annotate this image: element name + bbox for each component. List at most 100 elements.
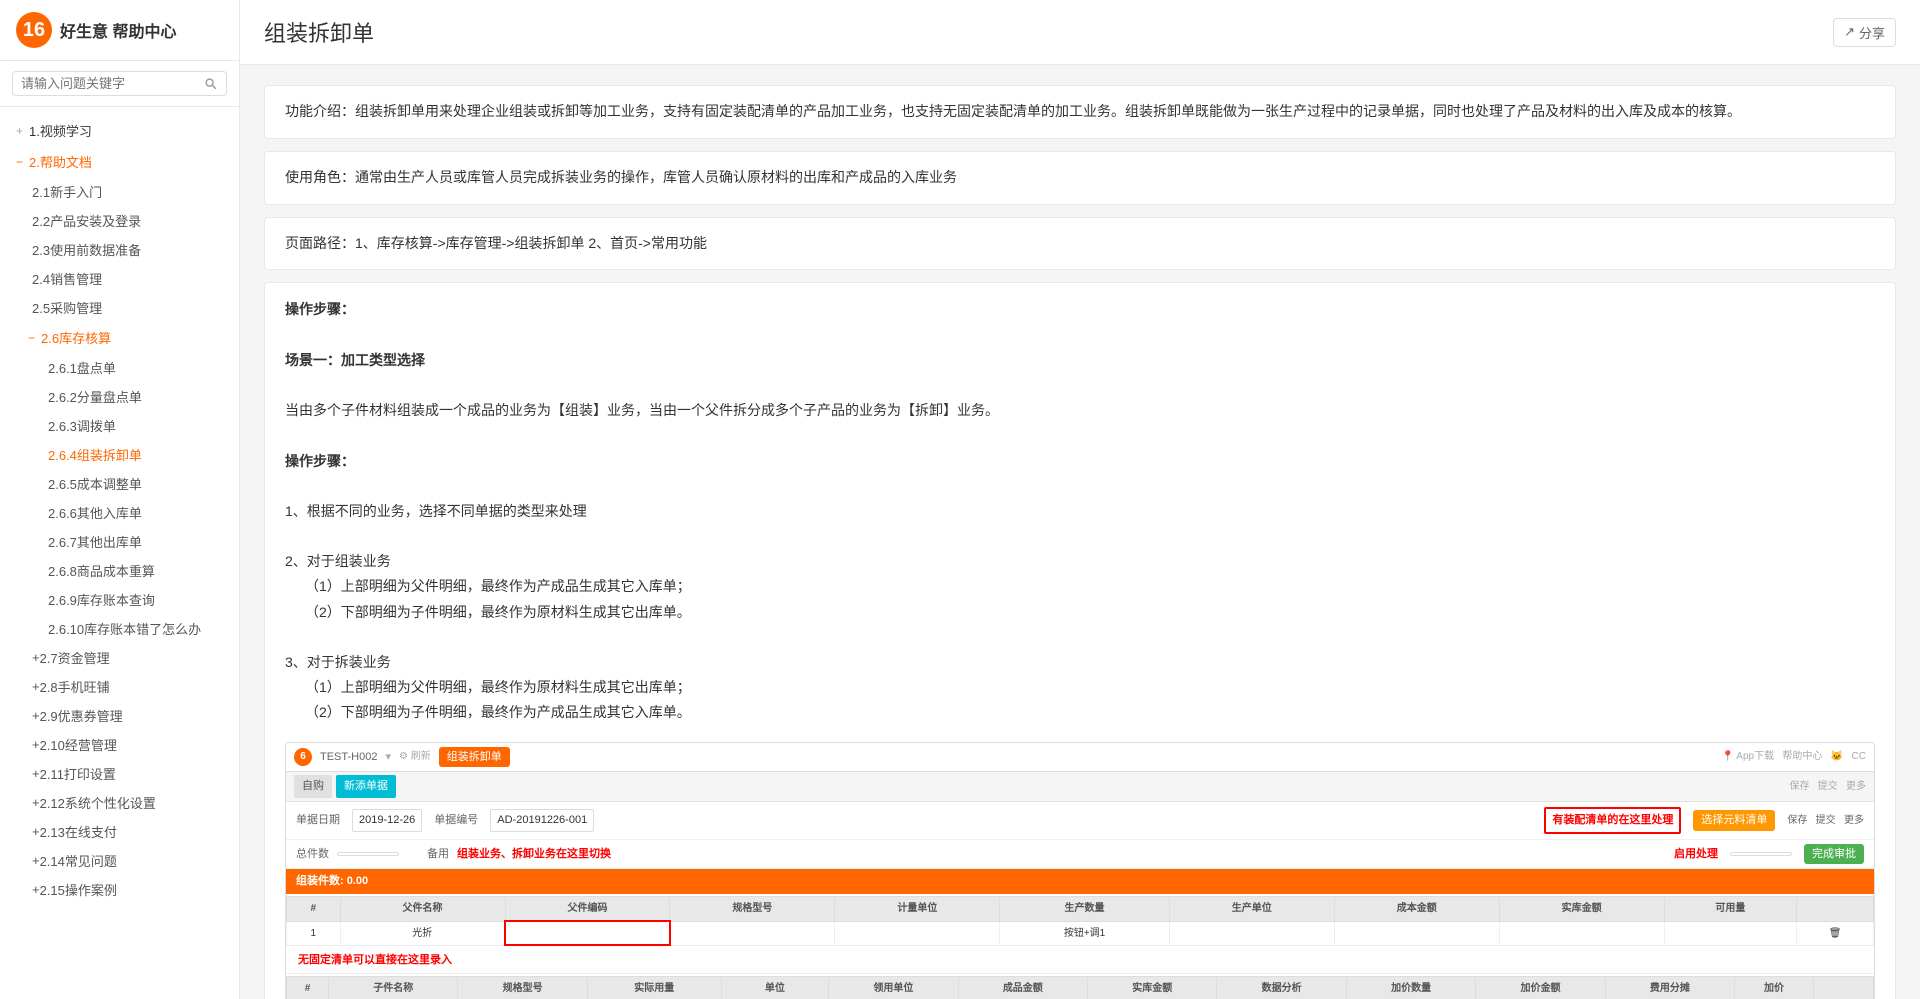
sidebar-item-data-prep[interactable]: 2.3使用前数据准备 bbox=[0, 235, 239, 264]
step2-1: （1）上部明细为父件明细，最终作为产成品生成其它入库单； bbox=[305, 574, 1875, 599]
sidebar-item-cost-adjust[interactable]: 2.6.5成本调整单 bbox=[0, 469, 239, 498]
table-header-row: # 父件名称 父件编码 规格型号 计量单位 生产数量 生产单位 成本金额 实库金… bbox=[287, 897, 1874, 922]
sidebar-item-videos[interactable]: + 1.视频学习 bbox=[0, 115, 239, 146]
sidebar-item-mobile[interactable]: + 2.8手机旺铺 bbox=[0, 672, 239, 701]
sidebar-item-stock-error[interactable]: 2.6.10库存账本错了怎么办 bbox=[0, 614, 239, 643]
plus-icon-mobile: + bbox=[32, 679, 40, 694]
scene1-title: 场景一：加工类型选择 bbox=[285, 352, 425, 368]
search-wrapper[interactable] bbox=[12, 71, 227, 96]
sidebar-item-stock-query[interactable]: 2.6.9库存账本查询 bbox=[0, 585, 239, 614]
ss-topbar-btn: 组装拆卸单 bbox=[439, 747, 510, 768]
sidebar-item-purchase[interactable]: 2.5采购管理 bbox=[0, 293, 239, 322]
plus-icon-print: + bbox=[32, 766, 40, 781]
sidebar-item-online-pay[interactable]: + 2.13在线支付 bbox=[0, 817, 239, 846]
ss-num-label: 单据编号 bbox=[434, 811, 478, 830]
search-box bbox=[0, 61, 239, 107]
plus-icon: + bbox=[16, 124, 23, 138]
role-block: 使用角色：通常由生产人员或库管人员完成拆装业务的操作，库管人员确认原材料的出库和… bbox=[264, 151, 1896, 205]
ss-logo: 6 bbox=[294, 748, 312, 766]
sidebar-item-stocktake[interactable]: 2.6.1盘点单 bbox=[0, 353, 239, 382]
ss-lower-table-container: # 子件名称 规格型号 实际用量 单位 领用单位 成品金额 实库金额 数据分析 bbox=[286, 973, 1874, 999]
ss-date-label: 单据日期 bbox=[296, 811, 340, 830]
sidebar-item-cost-calc[interactable]: 2.6.8商品成本重算 bbox=[0, 556, 239, 585]
scene1-desc: 当由多个子件材料组装成一个成品的业务为【组装】业务，当由一个父件拆分成多个子产品… bbox=[285, 398, 1875, 423]
sidebar-item-assembly[interactable]: 2.6.4组装拆卸单 bbox=[0, 440, 239, 469]
ss-tab-new[interactable]: 新添单据 bbox=[336, 775, 396, 798]
sidebar-item-split[interactable]: 2.6.2分量盘点单 bbox=[0, 382, 239, 411]
ss-topbar: 6 TEST-H002 ▾ ⚙ 刷新 组装拆卸单 📍 App下载 帮助中心 🐱 … bbox=[286, 743, 1874, 773]
ss-section-header: 组装件数: 0.00 bbox=[286, 869, 1874, 894]
step3-2: （2）下部明细为子件明细，最终作为产成品生成其它入库单。 bbox=[305, 700, 1875, 725]
sidebar-item-print[interactable]: + 2.11打印设置 bbox=[0, 759, 239, 788]
sidebar-item-finance[interactable]: + 2.7资金管理 bbox=[0, 643, 239, 672]
nav-tree: + 1.视频学习 − 2.帮助文档 2.1新手入门 2.2产品安装及登录 2.3… bbox=[0, 107, 239, 999]
ss-submit-btn[interactable]: 完成审批 bbox=[1804, 844, 1864, 865]
step3-1: （1）上部明细为父件明细，最终作为原材料生成其它出库单； bbox=[305, 675, 1875, 700]
plus-icon-pay: + bbox=[32, 824, 40, 839]
annotation3: 启用处理 bbox=[1674, 845, 1718, 864]
ss-tab-row: 自购 新添单据 保存 提交 更多 bbox=[286, 772, 1874, 802]
step3: 3、对于拆装业务 bbox=[285, 650, 1875, 675]
ss-form-row: 单据日期 2019-12-26 单据编号 AD-20191226-001 有装配… bbox=[286, 802, 1874, 840]
sidebar-item-install[interactable]: 2.2产品安装及登录 bbox=[0, 206, 239, 235]
page-title: 组装拆卸单 bbox=[264, 16, 374, 48]
sidebar-item-other-in[interactable]: 2.6.6其他入库单 bbox=[0, 498, 239, 527]
share-button[interactable]: ↗ 分享 bbox=[1833, 18, 1896, 47]
plus-icon-custom: + bbox=[32, 795, 40, 810]
sidebar-item-newbie[interactable]: 2.1新手入门 bbox=[0, 177, 239, 206]
path-block: 页面路径：1、库存核算->库存管理->组装拆卸单 2、首页->常用功能 bbox=[264, 217, 1896, 271]
step2: 2、对于组装业务 bbox=[285, 549, 1875, 574]
plus-icon-cases: + bbox=[32, 882, 40, 897]
sidebar-item-adjust[interactable]: 2.6.3调拨单 bbox=[0, 411, 239, 440]
sidebar: 16 好生意 帮助中心 + 1.视频学习 − 2.帮助文档 2.1新手入门 2.… bbox=[0, 0, 240, 999]
sidebar-item-inventory[interactable]: − 2.6库存核算 bbox=[0, 322, 239, 353]
search-input[interactable] bbox=[21, 76, 204, 91]
share-icon: ↗ bbox=[1844, 24, 1855, 40]
ss-tab-home[interactable]: 自购 bbox=[294, 775, 332, 798]
plus-icon-finance: + bbox=[32, 650, 40, 665]
steps-label: 操作步骤： bbox=[285, 453, 355, 469]
sidebar-item-other-out[interactable]: 2.6.7其他出库单 bbox=[0, 527, 239, 556]
ss-qty-row: 总件数 备用 组装业务、拆卸业务在这里切换 启用处理 完成审批 bbox=[286, 840, 1874, 870]
step1: 1、根据不同的业务，选择不同单据的类型来处理 bbox=[285, 499, 1875, 524]
search-icon bbox=[204, 77, 218, 91]
screenshot-container: 6 TEST-H002 ▾ ⚙ 刷新 组装拆卸单 📍 App下载 帮助中心 🐱 … bbox=[285, 742, 1875, 999]
annotation2: 组装业务、拆卸业务在这里切换 bbox=[457, 845, 611, 864]
annotation4: 无固定清单可以直接在这里录入 bbox=[298, 954, 452, 966]
minus-orange-icon: − bbox=[28, 331, 35, 345]
ss-date-value: 2019-12-26 bbox=[352, 809, 422, 832]
annotation4-container: 无固定清单可以直接在这里录入 bbox=[286, 948, 1874, 973]
brand-name: 好生意 帮助中心 bbox=[60, 18, 176, 42]
content-area: 功能介绍：组装拆卸单用来处理企业组装或拆卸等加工业务，支持有固定装配清单的产品加… bbox=[240, 65, 1920, 999]
main-header: 组装拆卸单 ↗ 分享 bbox=[240, 0, 1920, 65]
screenshot-inner: 6 TEST-H002 ▾ ⚙ 刷新 组装拆卸单 📍 App下载 帮助中心 🐱 … bbox=[286, 743, 1874, 999]
ss-lower-table: # 子件名称 规格型号 实际用量 单位 领用单位 成品金额 实库金额 数据分析 bbox=[286, 976, 1874, 999]
sidebar-header: 16 好生意 帮助中心 bbox=[0, 0, 239, 61]
plus-icon-faq: + bbox=[32, 853, 40, 868]
plus-icon-ops: + bbox=[32, 737, 40, 752]
intro-text: 功能介绍：组装拆卸单用来处理企业组装或拆卸等加工业务，支持有固定装配清单的产品加… bbox=[285, 100, 1875, 124]
sidebar-item-coupon[interactable]: + 2.9优惠券管理 bbox=[0, 701, 239, 730]
ss-type-btn[interactable]: 选择元料清单 bbox=[1693, 810, 1775, 831]
sidebar-item-cases[interactable]: + 2.15操作案例 bbox=[0, 875, 239, 904]
logo-icon: 16 bbox=[16, 12, 52, 48]
steps-title: 操作步骤： bbox=[285, 301, 355, 317]
sidebar-item-docs[interactable]: − 2.帮助文档 bbox=[0, 146, 239, 177]
sidebar-item-sales[interactable]: 2.4销售管理 bbox=[0, 264, 239, 293]
sidebar-item-faq[interactable]: + 2.14常见问题 bbox=[0, 846, 239, 875]
role-text: 使用角色：通常由生产人员或库管人员完成拆装业务的操作，库管人员确认原材料的出库和… bbox=[285, 166, 1875, 190]
ss-num-value: AD-20191226-001 bbox=[490, 809, 594, 832]
annotation1: 有装配清单的在这里处理 bbox=[1544, 807, 1681, 834]
minus-icon: − bbox=[16, 155, 23, 169]
sidebar-item-ops[interactable]: + 2.10经营管理 bbox=[0, 730, 239, 759]
ss-upper-table-container: # 父件名称 父件编码 规格型号 计量单位 生产数量 生产单位 成本金额 实库金… bbox=[286, 894, 1874, 948]
step2-2: （2）下部明细为子件明细，最终作为原材料生成其它出库单。 bbox=[305, 600, 1875, 625]
main-content: 组装拆卸单 ↗ 分享 功能介绍：组装拆卸单用来处理企业组装或拆卸等加工业务，支持… bbox=[240, 0, 1920, 999]
sidebar-item-custom[interactable]: + 2.12系统个性化设置 bbox=[0, 788, 239, 817]
table-row: 1 光折 按钮+调1 🗑 bbox=[287, 921, 1874, 945]
path-text: 页面路径：1、库存核算->库存管理->组装拆卸单 2、首页->常用功能 bbox=[285, 232, 1875, 256]
ss-id: TEST-H002 bbox=[320, 748, 377, 767]
plus-icon-coupon: + bbox=[32, 708, 40, 723]
intro-block: 功能介绍：组装拆卸单用来处理企业组装或拆卸等加工业务，支持有固定装配清单的产品加… bbox=[264, 85, 1896, 139]
lower-table-header: # 子件名称 规格型号 实际用量 单位 领用单位 成品金额 实库金额 数据分析 bbox=[287, 976, 1874, 999]
